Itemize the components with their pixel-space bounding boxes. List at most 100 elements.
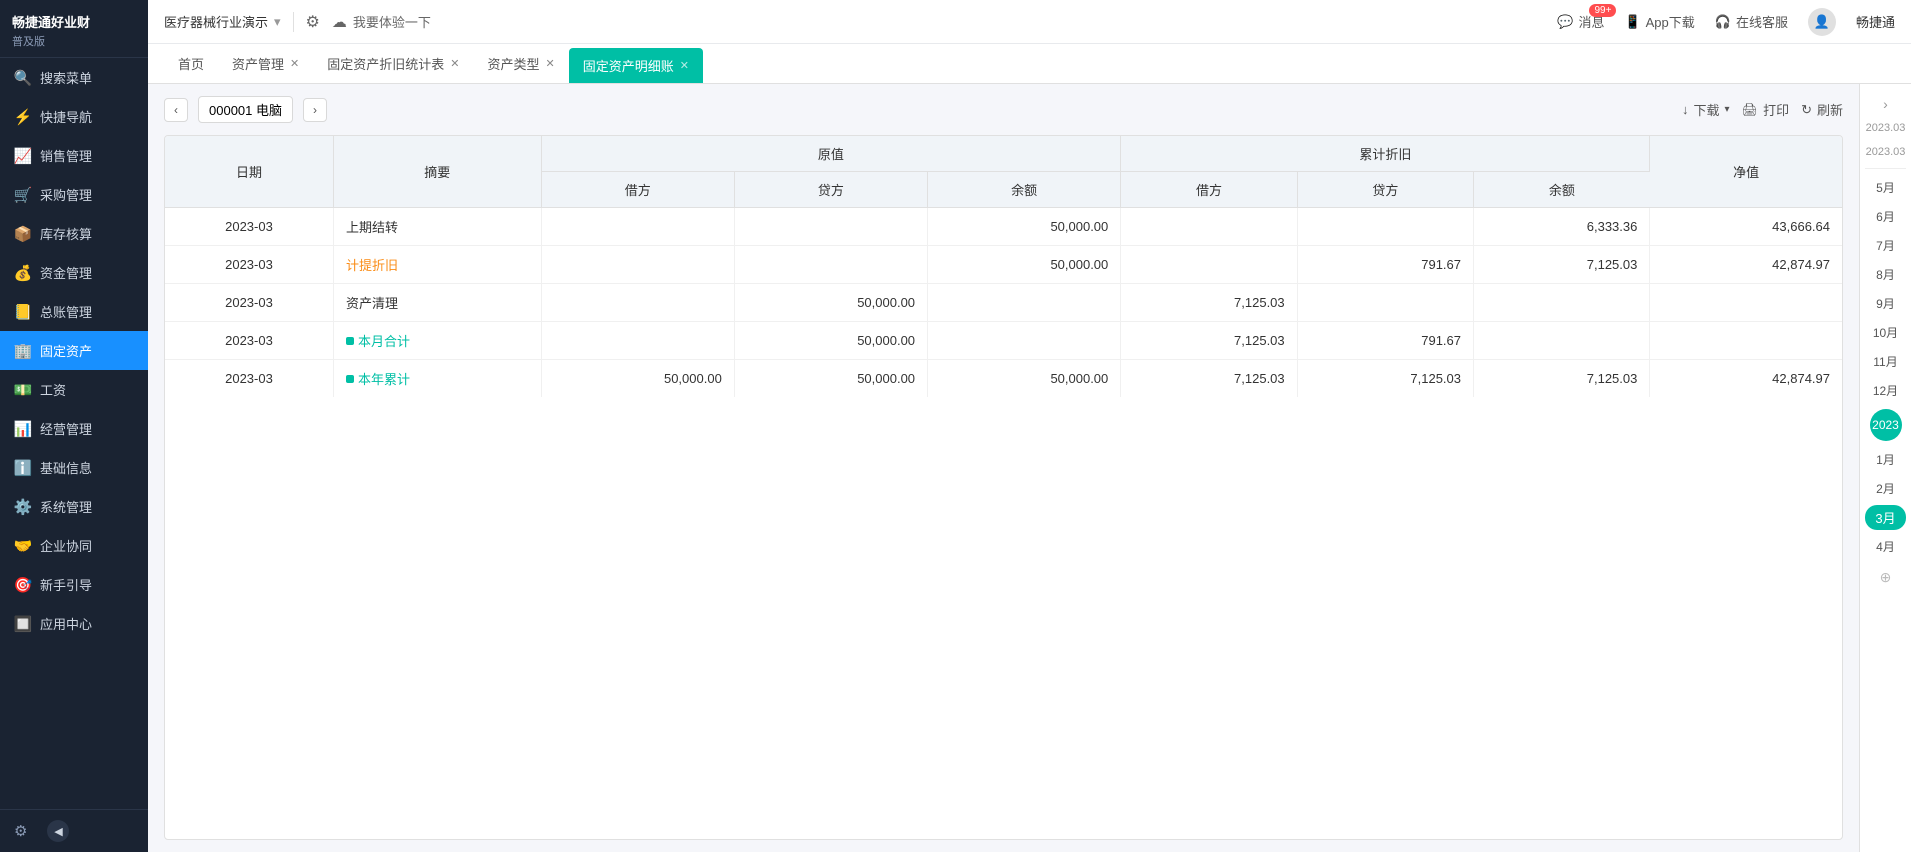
sidebar-item-label: 新手引导 (40, 575, 92, 594)
sidebar-item-label: 经营管理 (40, 419, 92, 438)
timeline-month-8[interactable]: 8月 (1860, 260, 1911, 289)
print-icon: 🖨 (1742, 102, 1759, 118)
tab-depreciation-stats[interactable]: 固定资产折旧统计表 ✕ (313, 46, 473, 83)
table-row: 2023-03 资产清理 50,000.00 7,125.03 (165, 284, 1842, 322)
td-ad-credit: 7,125.03 (1297, 360, 1473, 398)
download-btn[interactable]: ↓ 下载 ▾ (1682, 100, 1730, 119)
td-date: 2023-03 (165, 284, 333, 322)
message-badge: 99+ (1589, 4, 1616, 17)
timeline-month-3-active[interactable]: 3月 (1865, 505, 1905, 530)
basic-info-icon: ℹ️ (14, 459, 32, 477)
tab-asset-type[interactable]: 资产类型 ✕ (473, 46, 568, 83)
td-ov-credit: 50,000.00 (734, 360, 927, 398)
td-date: 2023-03 (165, 208, 333, 246)
td-date: 2023-03 (165, 246, 333, 284)
messages-btn[interactable]: 💬 消息 99+ (1557, 12, 1604, 31)
sidebar-item-inventory[interactable]: 📦 库存核算 (0, 214, 148, 253)
sidebar-item-basic-info[interactable]: ℹ️ 基础信息 (0, 448, 148, 487)
timeline-month-12[interactable]: 12月 (1860, 376, 1911, 405)
td-ad-credit (1297, 284, 1473, 322)
salary-icon: 💵 (14, 381, 32, 399)
company-selector[interactable]: 医疗器械行业演示 ▾ (164, 12, 281, 31)
td-ad-balance (1474, 284, 1650, 322)
next-icon: › (313, 103, 317, 117)
timeline-month-11[interactable]: 11月 (1860, 347, 1911, 376)
th-ov-credit: 贷方 (734, 172, 927, 208)
sidebar-item-app-center[interactable]: 🔲 应用中心 (0, 604, 148, 643)
refresh-btn[interactable]: ↻ 刷新 (1801, 100, 1843, 119)
purchase-icon: 🛒 (14, 186, 32, 204)
settings-bottom-icon[interactable]: ⚙ (14, 822, 27, 840)
sidebar-item-label: 企业协同 (40, 536, 92, 555)
timeline-month-2[interactable]: 2月 (1860, 474, 1911, 503)
sidebar-logo: 畅捷通好业财 普及版 (0, 0, 148, 58)
td-ov-credit (734, 208, 927, 246)
th-summary: 摘要 (333, 136, 541, 208)
tab-home-label: 首页 (178, 54, 204, 73)
sidebar-item-system[interactable]: ⚙️ 系统管理 (0, 487, 148, 526)
sidebar-item-label: 工资 (40, 380, 66, 399)
timeline-month-6[interactable]: 6月 (1860, 202, 1911, 231)
app-download-btn[interactable]: 📱 App下载 (1624, 12, 1694, 31)
timeline-month-1[interactable]: 1月 (1860, 445, 1911, 474)
th-ov-balance: 余额 (928, 172, 1121, 208)
guide-icon: 🎯 (14, 576, 32, 594)
td-date: 2023-03 (165, 322, 333, 360)
sidebar-item-cooperation[interactable]: 🤝 企业协同 (0, 526, 148, 565)
avatar: 👤 (1808, 8, 1836, 36)
timeline-month-10[interactable]: 10月 (1860, 318, 1911, 347)
sidebar-item-fixed-assets[interactable]: 🏢 固定资产 (0, 331, 148, 370)
message-icon: 💬 (1557, 14, 1573, 30)
sidebar-item-ledger[interactable]: 📒 总账管理 (0, 292, 148, 331)
sidebar-item-sales[interactable]: 📈 销售管理 (0, 136, 148, 175)
company-dropdown-icon: ▾ (274, 14, 281, 30)
tab-asset-type-label: 资产类型 (487, 54, 539, 73)
sales-icon: 📈 (14, 147, 32, 165)
td-ad-credit (1297, 208, 1473, 246)
experience-btn[interactable]: ☁ 我要体验一下 (332, 12, 431, 31)
sidebar-item-purchase[interactable]: 🛒 采购管理 (0, 175, 148, 214)
td-summary: 计提折旧 (333, 246, 541, 284)
tab-depreciation-stats-close[interactable]: ✕ (450, 57, 459, 70)
download-label: 下载 (1694, 100, 1720, 119)
username: 畅捷通 (1856, 12, 1895, 31)
online-service-btn[interactable]: 🎧 在线客服 (1715, 12, 1788, 31)
tab-asset-type-close[interactable]: ✕ (546, 57, 555, 70)
timeline-month-9[interactable]: 9月 (1860, 289, 1911, 318)
next-asset-btn[interactable]: › (303, 98, 327, 122)
tab-asset-management[interactable]: 资产管理 ✕ (218, 46, 313, 83)
timeline-year-header-1: 2023.03 (1860, 116, 1911, 140)
inventory-icon: 📦 (14, 225, 32, 243)
td-ad-debit: 7,125.03 (1121, 284, 1297, 322)
td-ad-balance: 6,333.36 (1474, 208, 1650, 246)
print-btn[interactable]: 🖨 打印 (1742, 100, 1790, 119)
funds-icon: 💰 (14, 264, 32, 282)
tab-asset-management-close[interactable]: ✕ (290, 57, 299, 70)
tab-asset-detail-close[interactable]: ✕ (680, 59, 689, 72)
timeline-scroll-icon[interactable]: ⊕ (1880, 569, 1892, 586)
prev-asset-btn[interactable]: ‹ (164, 98, 188, 122)
timeline-year-2023[interactable]: 2023 (1870, 409, 1902, 441)
sidebar-collapse-btn[interactable]: ◀ (47, 820, 69, 842)
timeline-month-7[interactable]: 7月 (1860, 231, 1911, 260)
td-ad-debit: 7,125.03 (1121, 360, 1297, 398)
tab-asset-detail[interactable]: 固定资产明细账 ✕ (569, 48, 703, 83)
sidebar-bottom: ⚙ ◀ (0, 809, 148, 852)
sidebar-item-search[interactable]: 🔍 搜索菜单 (0, 58, 148, 97)
timeline-year-header-2: 2023.03 (1860, 140, 1911, 164)
current-asset[interactable]: 000001 电脑 (198, 96, 293, 123)
experience-icon: ☁ (332, 13, 347, 31)
sidebar-item-funds[interactable]: 💰 资金管理 (0, 253, 148, 292)
timeline-chevron-left[interactable]: › (1879, 92, 1892, 116)
sidebar-item-label: 搜索菜单 (40, 68, 92, 87)
timeline-month-4[interactable]: 4月 (1860, 532, 1911, 561)
table-row: 2023-03 上期结转 50,000.00 6,333.36 43,666.6… (165, 208, 1842, 246)
tab-home[interactable]: 首页 (164, 46, 218, 83)
timeline-month-5[interactable]: 5月 (1860, 173, 1911, 202)
sidebar-item-operations[interactable]: 📊 经营管理 (0, 409, 148, 448)
td-date: 2023-03 (165, 360, 333, 398)
sidebar-item-salary[interactable]: 💵 工资 (0, 370, 148, 409)
sidebar-item-quick-nav[interactable]: ⚡ 快捷导航 (0, 97, 148, 136)
topbar-settings-icon[interactable]: ⚙ (306, 12, 320, 32)
sidebar-item-guide[interactable]: 🎯 新手引导 (0, 565, 148, 604)
